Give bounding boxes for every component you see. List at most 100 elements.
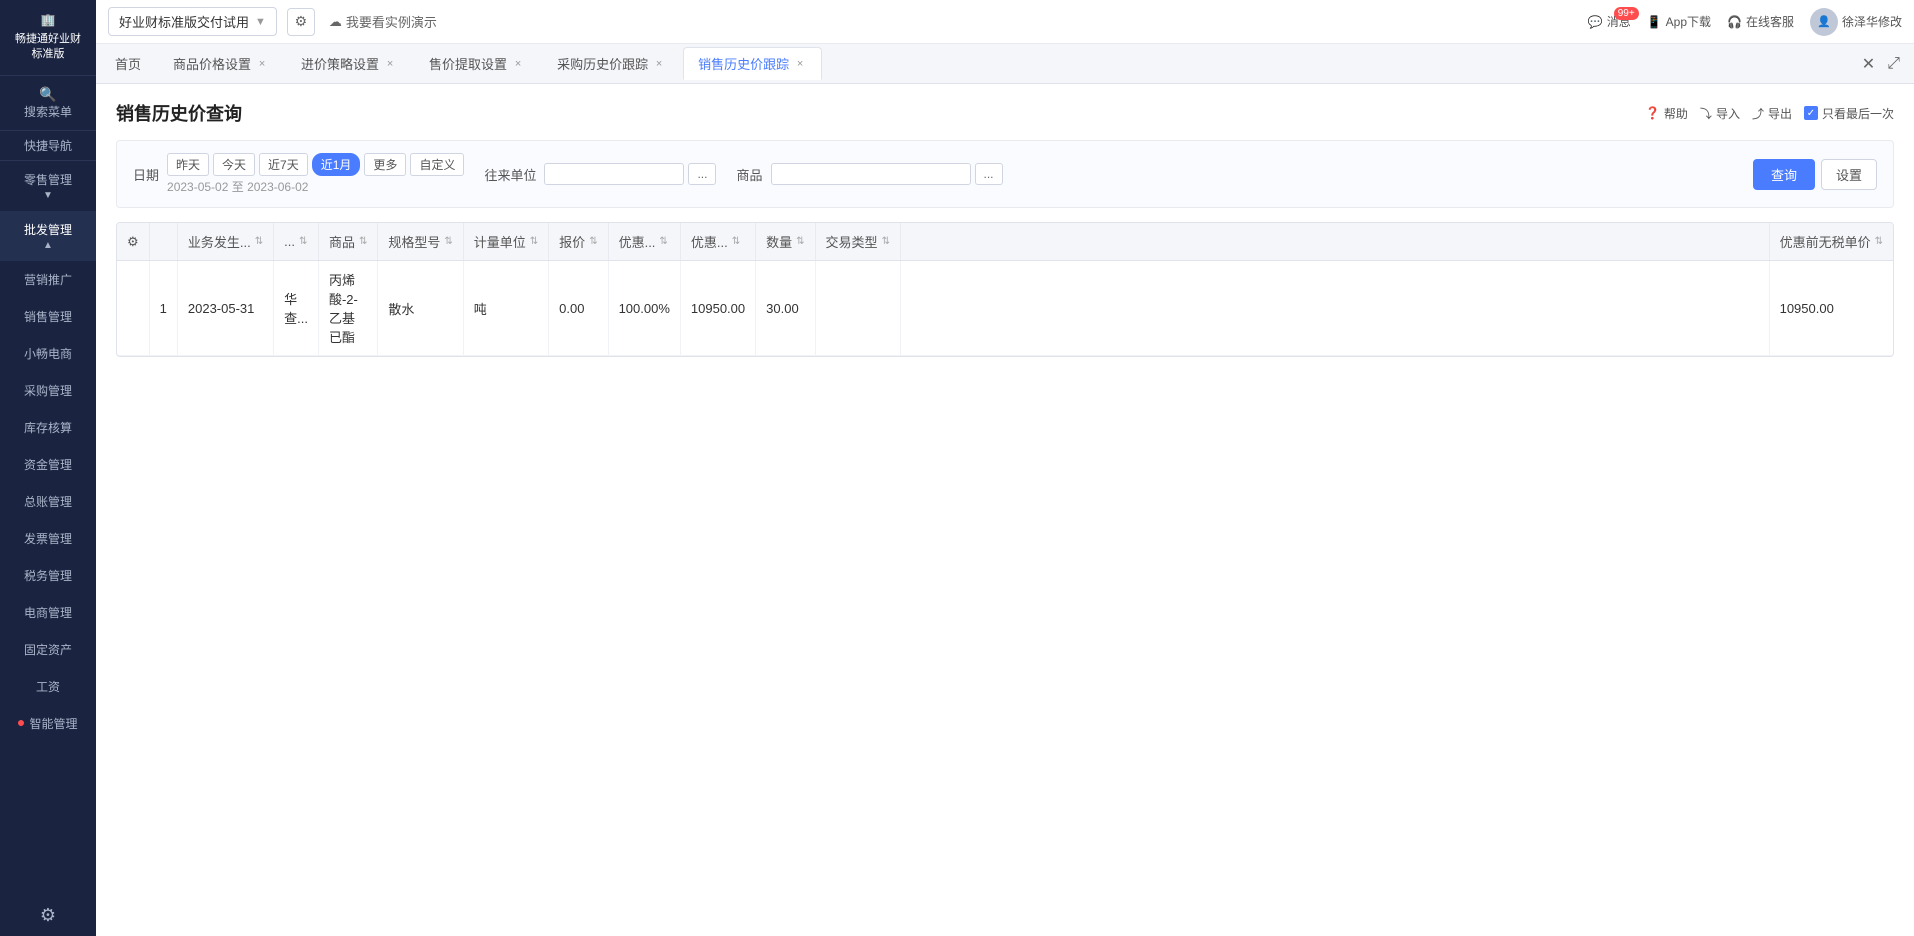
import-icon: ⤵: [1700, 105, 1712, 122]
sidebar-item-smart[interactable]: 智能管理: [0, 705, 96, 742]
tab-price-extract[interactable]: 售价提取设置 ×: [414, 47, 540, 80]
date-today-btn[interactable]: 今天: [213, 153, 255, 176]
messages-badge: 99+: [1614, 7, 1639, 20]
th-product[interactable]: 商品 ⇅: [318, 223, 377, 261]
sidebar-item-marketing[interactable]: 营销推广: [0, 261, 96, 298]
only-last-checkbox-label[interactable]: 只看最后一次: [1804, 105, 1894, 122]
chevron-icon: ▼: [43, 190, 53, 201]
user-menu[interactable]: 👤 徐泽华修改: [1810, 8, 1902, 36]
th-more[interactable]: ... ⇅: [274, 223, 319, 261]
cloud-icon: ☁: [329, 14, 342, 30]
sort-icon: ⇅: [1875, 236, 1883, 247]
close-icon[interactable]: ×: [255, 57, 269, 71]
tab-price-strategy[interactable]: 进价策略设置 ×: [286, 47, 412, 80]
th-discount-price[interactable]: 优惠... ⇅: [680, 223, 755, 261]
sidebar-item-purchase[interactable]: 采购管理: [0, 372, 96, 409]
row-pretax-price-cell: 10950.00: [1769, 261, 1893, 356]
sidebar-item-label: 批发管理: [24, 221, 72, 238]
th-biz-date[interactable]: 业务发生... ⇅: [177, 223, 273, 261]
settings-button[interactable]: 设置: [1821, 159, 1877, 190]
close-tab-button[interactable]: ✕: [1858, 52, 1879, 76]
sort-icon: ⇅: [444, 236, 452, 247]
th-unit[interactable]: 计量单位 ⇅: [463, 223, 548, 261]
sidebar-item-ecommerce-light[interactable]: 小畅电商: [0, 335, 96, 372]
date-last1m-btn[interactable]: 近1月: [312, 153, 361, 176]
message-icon: 💬: [1588, 15, 1603, 29]
sidebar-item-salary[interactable]: 工资: [0, 668, 96, 705]
export-button[interactable]: ⤴ 导出: [1752, 105, 1792, 122]
table-body: 1 2023-05-31 华查... 丙烯酸-2-乙基已酯 散水 吨 0.00 …: [117, 261, 1893, 356]
date-yesterday-btn[interactable]: 昨天: [167, 153, 209, 176]
sidebar-item-label: 销售管理: [24, 308, 72, 325]
sidebar-item-finance[interactable]: 资金管理: [0, 446, 96, 483]
sort-icon: ⇅: [359, 236, 367, 247]
module-selector[interactable]: 好业财标准版交付试用 ▼: [108, 7, 277, 36]
online-service-button[interactable]: 🎧 在线客服: [1727, 13, 1794, 30]
quick-nav[interactable]: 快捷导航: [0, 131, 96, 161]
th-quantity[interactable]: 数量 ⇅: [756, 223, 815, 261]
sidebar-item-ledger[interactable]: 总账管理: [0, 483, 96, 520]
demo-link[interactable]: ☁ 我要看实例演示: [329, 12, 437, 31]
export-icon: ⤴: [1752, 105, 1764, 122]
tab-sales-history[interactable]: 销售历史价跟踪 ×: [683, 47, 822, 80]
tab-label: 采购历史价跟踪: [557, 54, 648, 73]
product-filter-group: 商品 ...: [736, 163, 1002, 185]
sidebar-item-wholesale[interactable]: 批发管理 ▲: [0, 211, 96, 261]
tab-home[interactable]: 首页: [100, 47, 156, 80]
date-more-btn[interactable]: 更多: [364, 153, 406, 176]
th-spec[interactable]: 规格型号 ⇅: [378, 223, 463, 261]
from-unit-input[interactable]: [544, 163, 684, 185]
chevron-icon: ▲: [43, 240, 53, 251]
from-unit-label: 往来单位: [484, 165, 536, 184]
sidebar-item-ecommerce[interactable]: 电商管理: [0, 594, 96, 631]
from-unit-filter-group: 往来单位 ...: [484, 163, 716, 185]
from-unit-picker-button[interactable]: ...: [688, 163, 716, 185]
date-filter-group: 日期 昨天 今天 近7天 近1月 更多 自定义 2023-05-02 至 202…: [133, 153, 464, 195]
help-icon: ❓: [1645, 106, 1660, 120]
th-pretax-price[interactable]: 优惠前无税单价 ⇅: [1769, 223, 1893, 261]
sidebar-item-tax[interactable]: 税务管理: [0, 557, 96, 594]
messages-button[interactable]: 💬 消息 99+: [1588, 13, 1631, 30]
sidebar-settings-button[interactable]: ⚙: [0, 895, 96, 936]
sidebar-item-invoice[interactable]: 发票管理: [0, 520, 96, 557]
th-gear[interactable]: ⚙: [117, 223, 149, 261]
product-picker-button[interactable]: ...: [975, 163, 1003, 185]
sidebar-item-assets[interactable]: 固定资产: [0, 631, 96, 668]
sidebar-item-label: 发票管理: [24, 530, 72, 547]
search-menu[interactable]: 🔍 搜索菜单: [0, 76, 96, 131]
tab-label: 销售历史价跟踪: [698, 54, 789, 73]
close-icon[interactable]: ×: [793, 57, 807, 71]
sidebar-item-label: 固定资产: [24, 641, 72, 658]
date-label: 日期: [133, 165, 159, 184]
module-settings-button[interactable]: ⚙: [287, 8, 315, 36]
sidebar-item-retail[interactable]: 零售管理 ▼: [0, 161, 96, 211]
sidebar-item-inventory[interactable]: 库存核算: [0, 409, 96, 446]
tab-purchase-history[interactable]: 采购历史价跟踪 ×: [542, 47, 681, 80]
sidebar-item-sales[interactable]: 销售管理: [0, 298, 96, 335]
help-button[interactable]: ❓ 帮助: [1645, 105, 1688, 122]
sidebar-item-label: 零售管理: [24, 171, 72, 188]
th-trans-type[interactable]: 交易类型 ⇅: [815, 223, 900, 261]
close-icon[interactable]: ×: [652, 57, 666, 71]
tab-price-setting[interactable]: 商品价格设置 ×: [158, 47, 284, 80]
query-button[interactable]: 查询: [1753, 159, 1815, 190]
date-custom-btn[interactable]: 自定义: [410, 153, 464, 176]
th-price[interactable]: 报价 ⇅: [549, 223, 608, 261]
date-last7-btn[interactable]: 近7天: [259, 153, 308, 176]
close-icon[interactable]: ×: [383, 57, 397, 71]
date-range-display: 2023-05-02 至 2023-06-02: [167, 178, 464, 195]
only-last-checkbox[interactable]: [1804, 106, 1818, 120]
gear-icon: ⚙: [295, 13, 308, 30]
sidebar-item-label: 电商管理: [24, 604, 72, 621]
product-input[interactable]: [771, 163, 971, 185]
row-price-cell: 0.00: [549, 261, 608, 356]
close-icon[interactable]: ×: [511, 57, 525, 71]
maximize-tab-button[interactable]: ⤢: [1883, 52, 1904, 76]
sort-icon: ⇅: [255, 236, 263, 247]
dot-indicator: 智能管理: [18, 715, 77, 732]
th-discount-rate[interactable]: 优惠... ⇅: [608, 223, 680, 261]
import-button[interactable]: ⤵ 导入: [1700, 105, 1740, 122]
app-download-button[interactable]: 📱 App下载: [1647, 13, 1711, 30]
page-actions: ❓ 帮助 ⤵ 导入 ⤴ 导出 只看最后一次: [1645, 105, 1894, 122]
sidebar-item-label: 小畅电商: [24, 345, 72, 362]
